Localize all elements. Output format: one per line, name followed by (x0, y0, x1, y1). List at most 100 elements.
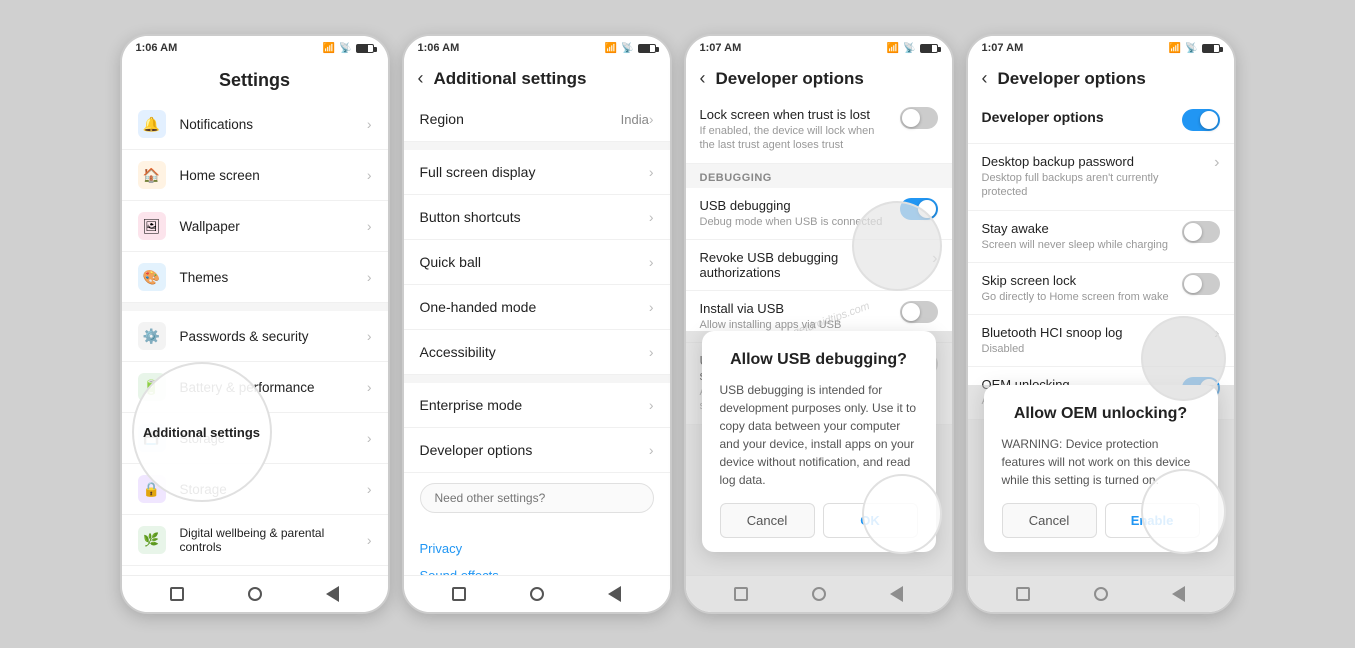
themes-icon: 🎨 (138, 263, 166, 291)
settings-item-notifications[interactable]: 🔔 Notifications › (122, 99, 388, 150)
one-handed-title: One-handed mode (420, 299, 537, 315)
privacy-arrow: › (367, 481, 372, 497)
install-usb-toggle[interactable] (900, 301, 938, 323)
debugging-section-label: DEBUGGING (686, 164, 952, 188)
notifications-icon: 🔔 (138, 110, 166, 138)
menu-item-button-shortcuts[interactable]: Button shortcuts › (404, 195, 670, 240)
square-nav-icon (170, 587, 184, 601)
desktop-backup-arrow: › (1214, 154, 1219, 172)
square-icon-2 (452, 587, 466, 601)
menu-item-one-handed[interactable]: One-handed mode › (404, 285, 670, 330)
battery-icon (356, 44, 374, 53)
settings-item-passwords[interactable]: ⚙️ Passwords & security › (122, 311, 388, 362)
menu-item-region[interactable]: Region India › (404, 97, 670, 142)
toggle-circle-highlight (852, 201, 942, 291)
status-icons-2: 📶 📡 (605, 43, 656, 54)
skip-lock-item[interactable]: Skip screen lock Go directly to Home scr… (968, 263, 1234, 315)
stay-awake-item[interactable]: Stay awake Screen will never sleep while… (968, 211, 1234, 263)
menu-item-enterprise[interactable]: Enterprise mode › (404, 383, 670, 428)
status-bar-2: 1:06 AM 📶 📡 (404, 36, 670, 58)
dev-options-info: Developer options (982, 109, 1172, 125)
time-1: 1:06 AM (136, 42, 178, 54)
time-3: 1:07 AM (700, 42, 742, 54)
lock-screen-toggle[interactable] (900, 107, 938, 129)
themes-label: Themes (180, 270, 367, 285)
menu-item-quick-ball[interactable]: Quick ball › (404, 240, 670, 285)
passwords-icon: ⚙️ (138, 322, 166, 350)
themes-arrow: › (367, 269, 372, 285)
dev-options-main-toggle[interactable] (1182, 109, 1220, 131)
install-usb-title: Install via USB (700, 301, 890, 316)
install-usb-info: Install via USB Allow installing apps vi… (700, 301, 890, 332)
oem-cancel-button[interactable]: Cancel (1002, 503, 1097, 538)
ok-button-circle (862, 474, 942, 554)
status-bar-1: 1:06 AM 📶 📡 (122, 36, 388, 58)
skip-lock-info: Skip screen lock Go directly to Home scr… (982, 273, 1172, 304)
back-nav-btn-2[interactable] (605, 584, 625, 604)
digital-label: Digital wellbeing & parental controls (180, 526, 367, 554)
wifi-icon-4: 📡 (1185, 43, 1197, 54)
back-button-2[interactable]: ‹ (418, 68, 424, 89)
back-nav-btn[interactable] (323, 584, 343, 604)
menu-item-accessibility[interactable]: Accessibility › (404, 330, 670, 375)
bottom-nav-2 (404, 575, 670, 612)
dev-options-main-title: Developer options (982, 109, 1172, 125)
notifications-arrow: › (367, 116, 372, 132)
circle-nav-btn-2[interactable] (527, 584, 547, 604)
accessibility-arrow: › (649, 344, 654, 360)
usb-debugging-title: USB debugging (700, 198, 890, 213)
settings-item-special[interactable]: ⭐ Special features › (122, 566, 388, 575)
link-items-area: Privacy Sound effects (404, 523, 670, 575)
settings-screen: Settings 🔔 Notifications › 🏠 Home screen… (122, 58, 388, 575)
privacy-link[interactable]: Privacy (420, 535, 654, 562)
page-title-dev-4: Developer options (998, 69, 1146, 89)
dev-options-header-3: ‹ Developer options (686, 58, 952, 97)
skip-lock-sub: Go directly to Home screen from wake (982, 290, 1172, 304)
circle-nav-icon (248, 587, 262, 601)
signal-icon: 📶 (323, 43, 335, 54)
desktop-backup-item[interactable]: Desktop backup password Desktop full bac… (968, 144, 1234, 211)
search-settings-input[interactable] (420, 483, 654, 513)
desktop-backup-title: Desktop backup password (982, 154, 1205, 169)
skip-lock-title: Skip screen lock (982, 273, 1172, 288)
phone-settings: 1:06 AM 📶 📡 Settings 🔔 Notifications › 🏠… (120, 34, 390, 614)
additional-settings-text: Additional settings (135, 417, 268, 448)
passwords-label: Passwords & security (180, 329, 367, 344)
phone-additional-settings: 1:06 AM 📶 📡 ‹ Additional settings Region… (402, 34, 672, 614)
home-icon: 🏠 (138, 161, 166, 189)
digital-arrow: › (367, 532, 372, 548)
square-nav-btn[interactable] (167, 584, 187, 604)
status-icons-3: 📶 📡 (887, 43, 938, 54)
settings-item-wallpaper[interactable]: 🖼 Wallpaper › (122, 201, 388, 252)
settings-item-themes[interactable]: 🎨 Themes › (122, 252, 388, 303)
usb-dialog-overlay: Allow USB debugging? USB debugging is in… (686, 331, 952, 612)
page-title-settings: Settings (122, 58, 388, 99)
circle-nav-btn[interactable] (245, 584, 265, 604)
desktop-backup-sub: Desktop full backups aren't currently pr… (982, 171, 1205, 200)
usb-dialog-title: Allow USB debugging? (720, 351, 918, 369)
back-button-4[interactable]: ‹ (982, 68, 988, 89)
stay-awake-toggle[interactable] (1182, 221, 1220, 243)
region-value: India (621, 112, 649, 127)
phone-developer-options-oem: 1:07 AM 📶 📡 ‹ Developer options Develope… (966, 34, 1236, 614)
sound-effects-link[interactable]: Sound effects (420, 562, 654, 575)
settings-item-home[interactable]: 🏠 Home screen › (122, 150, 388, 201)
square-nav-btn-2[interactable] (449, 584, 469, 604)
usb-cancel-button[interactable]: Cancel (720, 503, 815, 538)
back-button-3[interactable]: ‹ (700, 68, 706, 89)
settings-item-digital[interactable]: 🌿 Digital wellbeing & parental controls … (122, 515, 388, 566)
passwords-arrow: › (367, 328, 372, 344)
storage-arrow: › (367, 430, 372, 446)
notifications-label: Notifications (180, 117, 367, 132)
skip-lock-toggle[interactable] (1182, 273, 1220, 295)
page-title-additional: Additional settings (434, 69, 587, 89)
wifi-icon-2: 📡 (621, 43, 633, 54)
lock-screen-info: Lock screen when trust is lost If enable… (700, 107, 890, 153)
lock-screen-item[interactable]: Lock screen when trust is lost If enable… (686, 97, 952, 164)
menu-item-developer[interactable]: Developer options › (404, 428, 670, 473)
digital-icon: 🌿 (138, 526, 166, 554)
signal-icon-2: 📶 (605, 43, 617, 54)
dev-options-toggle-row[interactable]: Developer options (968, 97, 1234, 144)
menu-item-fullscreen[interactable]: Full screen display › (404, 150, 670, 195)
lock-screen-title: Lock screen when trust is lost (700, 107, 890, 122)
